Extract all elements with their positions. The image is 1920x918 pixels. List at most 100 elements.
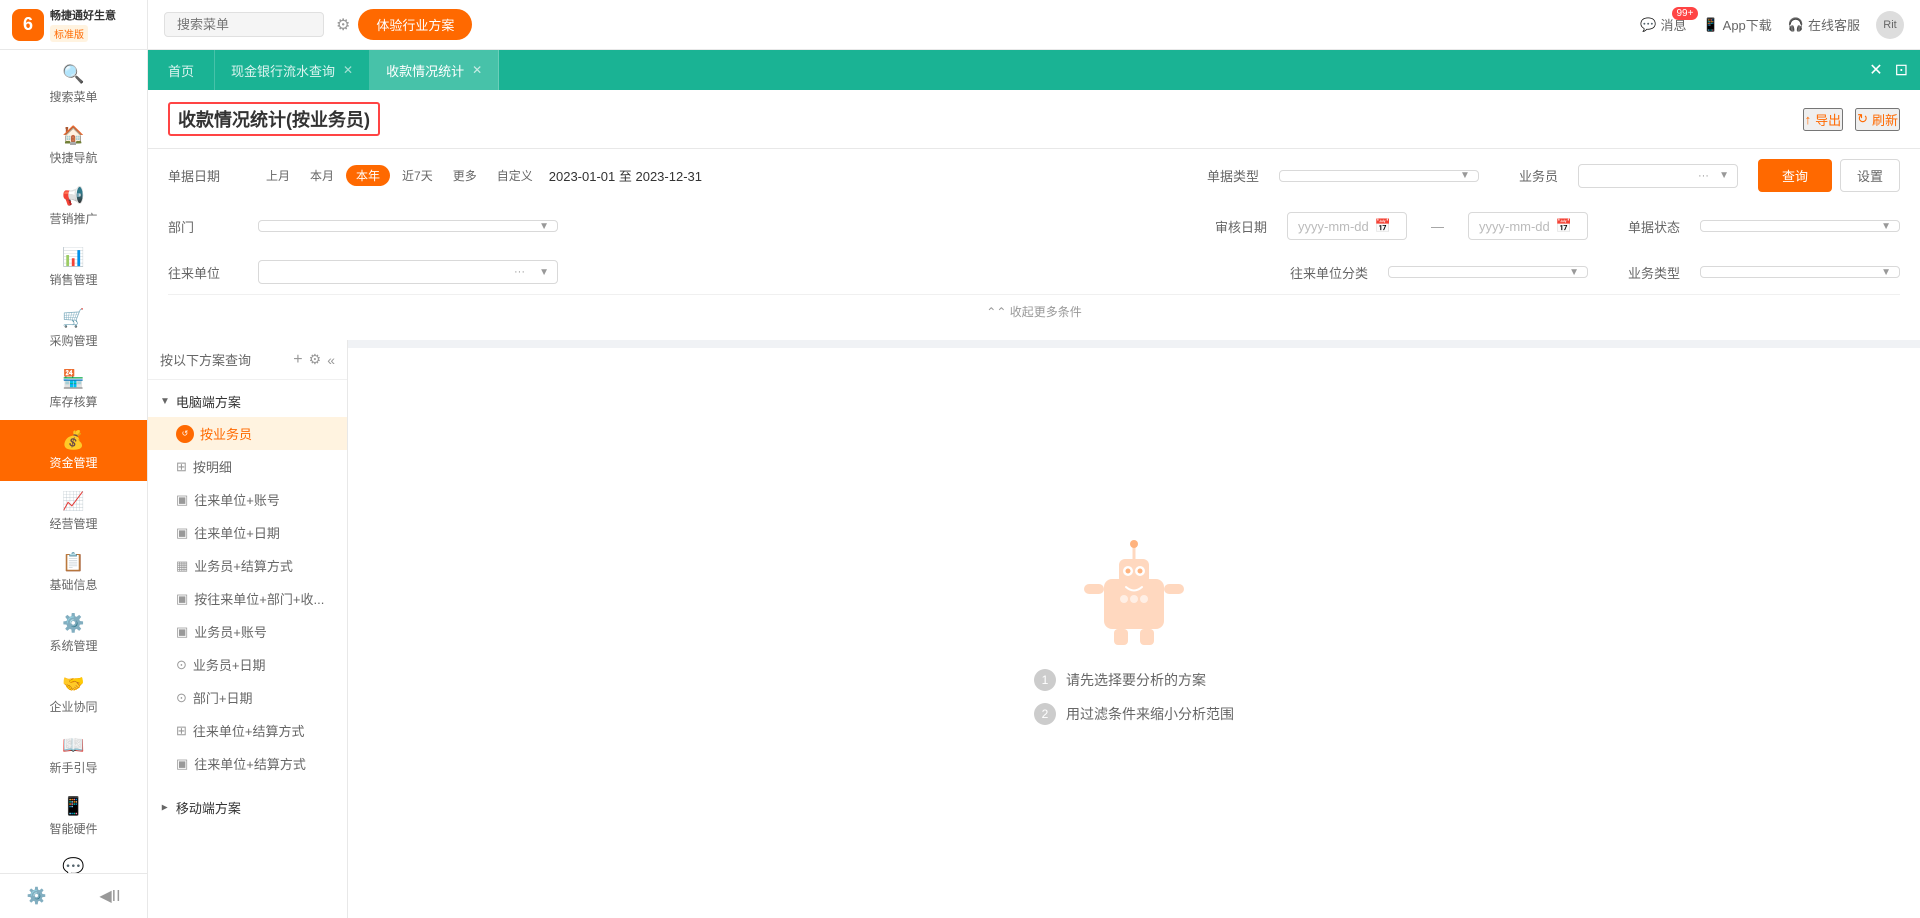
notification-badge: 99+ bbox=[1672, 7, 1699, 20]
settings-gear-icon[interactable]: ⚙ bbox=[336, 15, 350, 35]
sidebar-item-quicknav[interactable]: 🏠 快捷导航 bbox=[0, 115, 147, 176]
salesperson-chevron-icon: ▼ bbox=[1719, 170, 1729, 181]
scheme-item-salesperson-account[interactable]: ▣ 业务员+账号 bbox=[148, 615, 347, 648]
date-btn-this-month[interactable]: 本月 bbox=[302, 165, 342, 186]
refresh-button[interactable]: ↻ 刷新 bbox=[1855, 108, 1900, 131]
scheme-item-salesperson-settlement[interactable]: ▦ 业务员+结算方式 bbox=[148, 549, 347, 582]
scheme-item-detail[interactable]: ⊞ 按明细 bbox=[148, 450, 347, 483]
scheme-item-counterpart-settlement1[interactable]: ⊞ 往来单位+结算方式 bbox=[148, 714, 347, 747]
tab-collection-close-icon[interactable]: ✕ bbox=[472, 63, 482, 77]
purchase-icon: 🛒 bbox=[62, 308, 84, 329]
left-panel-header: 按以下方案查询 + ⚙ « bbox=[148, 340, 347, 380]
sidebar-settings-btn[interactable]: ⚙️ bbox=[26, 886, 46, 906]
trial-button[interactable]: 体验行业方案 bbox=[358, 9, 472, 40]
date-btn-custom[interactable]: 自定义 bbox=[489, 165, 541, 186]
online-service-btn[interactable]: 🎧 在线客服 bbox=[1788, 15, 1860, 34]
query-button[interactable]: 查询 bbox=[1758, 159, 1832, 192]
sidebar-item-purchase[interactable]: 🛒 采购管理 bbox=[0, 298, 147, 359]
sidebar-item-finance[interactable]: 💰 资金管理 bbox=[0, 420, 147, 481]
sidebar-item-operation[interactable]: 📈 经营管理 bbox=[0, 481, 147, 542]
counterpart-select[interactable]: ··· ▼ bbox=[258, 260, 558, 284]
logo-area: 6 畅捷通好生意 标准版 bbox=[0, 0, 147, 50]
scheme-item-counterpart-settlement2[interactable]: ▣ 往来单位+结算方式 bbox=[148, 747, 347, 780]
scheme-item-counterpart-account[interactable]: ▣ 往来单位+账号 bbox=[148, 483, 347, 516]
doc-type-label: 单据类型 bbox=[1207, 166, 1259, 185]
sidebar-item-search[interactable]: 🔍 搜索菜单 bbox=[0, 54, 147, 115]
mobile-group-label: 移动端方案 bbox=[176, 798, 241, 817]
sidebar-bottom: ⚙️ ◀II bbox=[0, 873, 147, 918]
counterpart-category-select[interactable]: ▼ bbox=[1388, 266, 1588, 278]
user-name: Rit bbox=[1883, 19, 1896, 31]
counterpart-label: 往来单位 bbox=[168, 263, 238, 282]
filter-row-3: 往来单位 ··· ▼ 往来单位分类 ▼ 业务类型 ▼ bbox=[168, 250, 1900, 294]
empty-step-2: 2 用过滤条件来缩小分析范围 bbox=[1034, 703, 1234, 725]
review-date-end[interactable]: yyyy-mm-dd 📅 bbox=[1468, 212, 1588, 240]
scheme-collapse-icon[interactable]: « bbox=[327, 352, 335, 368]
sidebar-label-finance: 资金管理 bbox=[49, 454, 97, 471]
date-btn-this-year[interactable]: 本年 bbox=[346, 165, 390, 186]
review-date-label: 审核日期 bbox=[1215, 217, 1267, 236]
department-chevron-icon: ▼ bbox=[539, 221, 549, 232]
doc-status-select[interactable]: ▼ bbox=[1700, 220, 1900, 232]
scheme-item-salesperson[interactable]: ↺ 按业务员 bbox=[148, 417, 347, 450]
scheme-item-salesperson-account-label: 业务员+账号 bbox=[194, 622, 267, 641]
scheme-item-salesperson-settlement-label: 业务员+结算方式 bbox=[194, 556, 293, 575]
sidebar-collapse-btn[interactable]: ◀II bbox=[99, 886, 120, 906]
salesperson-settlement-icon: ▦ bbox=[176, 558, 188, 574]
sidebar-item-basic[interactable]: 📋 基础信息 bbox=[0, 542, 147, 603]
logo-icon: 6 bbox=[12, 9, 44, 41]
tab-home-label: 首页 bbox=[168, 61, 194, 80]
sidebar-item-enterprise[interactable]: 🤝 企业协同 bbox=[0, 664, 147, 725]
sidebar-item-inventory[interactable]: 🏪 库存核算 bbox=[0, 359, 147, 420]
export-button[interactable]: ↑ 导出 bbox=[1803, 108, 1844, 131]
sidebar-item-hardware[interactable]: 📱 智能硬件 bbox=[0, 786, 147, 847]
review-date-start[interactable]: yyyy-mm-dd 📅 bbox=[1287, 212, 1407, 240]
sidebar-item-sales[interactable]: 📊 销售管理 bbox=[0, 237, 147, 298]
tab-collection[interactable]: 收款情况统计 ✕ bbox=[370, 50, 499, 90]
mobile-group-title[interactable]: ▼ 移动端方案 bbox=[148, 792, 347, 823]
right-area: 1 请先选择要分析的方案 2 用过滤条件来缩小分析范围 bbox=[348, 340, 1920, 918]
notification-area[interactable]: 💬 消息 99+ bbox=[1640, 15, 1686, 34]
scheme-item-counterpart-date[interactable]: ▣ 往来单位+日期 bbox=[148, 516, 347, 549]
sidebar-item-wechat[interactable]: 💬 企业微信 bbox=[0, 847, 147, 873]
review-date-calendar-icon[interactable]: 📅 bbox=[1375, 218, 1391, 234]
sidebar-label-guide: 新手引导 bbox=[49, 759, 97, 776]
setting-button[interactable]: 设置 bbox=[1840, 159, 1900, 192]
sidebar-item-guide[interactable]: 📖 新手引导 bbox=[0, 725, 147, 786]
scheme-group-mobile: ▼ 移动端方案 bbox=[148, 786, 347, 829]
date-btn-more[interactable]: 更多 bbox=[445, 165, 485, 186]
date-btn-last-month[interactable]: 上月 bbox=[258, 165, 298, 186]
sidebar-label-basic: 基础信息 bbox=[49, 576, 97, 593]
sidebar-item-system[interactable]: ⚙️ 系统管理 bbox=[0, 603, 147, 664]
app-download-btn[interactable]: 📱 App下载 bbox=[1702, 15, 1771, 34]
department-select[interactable]: ▼ bbox=[258, 220, 558, 232]
desktop-group-title[interactable]: ▼ 电脑端方案 bbox=[148, 386, 347, 417]
tab-bank[interactable]: 现金银行流水查询 ✕ bbox=[215, 50, 370, 90]
tab-window-close-icon[interactable]: ✕ bbox=[1869, 60, 1882, 80]
system-icon: ⚙️ bbox=[62, 613, 84, 634]
scheme-group-desktop: ▼ 电脑端方案 ↺ 按业务员 ⊞ 按明细 ▣ 往来单位+账号 bbox=[148, 380, 347, 786]
sidebar-item-marketing[interactable]: 📢 营销推广 bbox=[0, 176, 147, 237]
review-date-calendar2-icon[interactable]: 📅 bbox=[1556, 218, 1572, 234]
scheme-item-counterpart-dept[interactable]: ▣ 按往来单位+部门+收... bbox=[148, 582, 347, 615]
tab-home[interactable]: 首页 bbox=[148, 50, 215, 90]
scheme-item-dept-date[interactable]: ⊙ 部门+日期 bbox=[148, 681, 347, 714]
search-input[interactable] bbox=[164, 12, 324, 37]
sales-icon: 📊 bbox=[62, 247, 84, 268]
page-header-actions: ↑ 导出 ↻ 刷新 bbox=[1803, 108, 1900, 131]
sidebar: 6 畅捷通好生意 标准版 🔍 搜索菜单 🏠 快捷导航 📢 营销推广 📊 销售管理… bbox=[0, 0, 148, 918]
scheme-item-salesperson-date[interactable]: ⊙ 业务员+日期 bbox=[148, 648, 347, 681]
user-avatar[interactable]: Rit bbox=[1876, 11, 1904, 39]
salesperson-select[interactable]: ··· ▼ bbox=[1578, 164, 1738, 188]
scheme-settings-icon[interactable]: ⚙ bbox=[309, 351, 322, 368]
tab-bank-close-icon[interactable]: ✕ bbox=[343, 63, 353, 77]
add-scheme-icon[interactable]: + bbox=[293, 351, 302, 369]
scheme-item-counterpart-settlement2-label: 往来单位+结算方式 bbox=[194, 754, 306, 773]
tab-window-expand-icon[interactable]: ⊡ bbox=[1895, 60, 1908, 80]
date-btn-7days[interactable]: 近7天 bbox=[394, 165, 441, 186]
download-icon: 📱 bbox=[1702, 17, 1718, 33]
operation-icon: 📈 bbox=[62, 491, 84, 512]
business-type-select[interactable]: ▼ bbox=[1700, 266, 1900, 278]
doc-type-select[interactable]: ▼ bbox=[1279, 170, 1479, 182]
collapse-bar[interactable]: ⌃⌃ 收起更多条件 bbox=[168, 294, 1900, 328]
